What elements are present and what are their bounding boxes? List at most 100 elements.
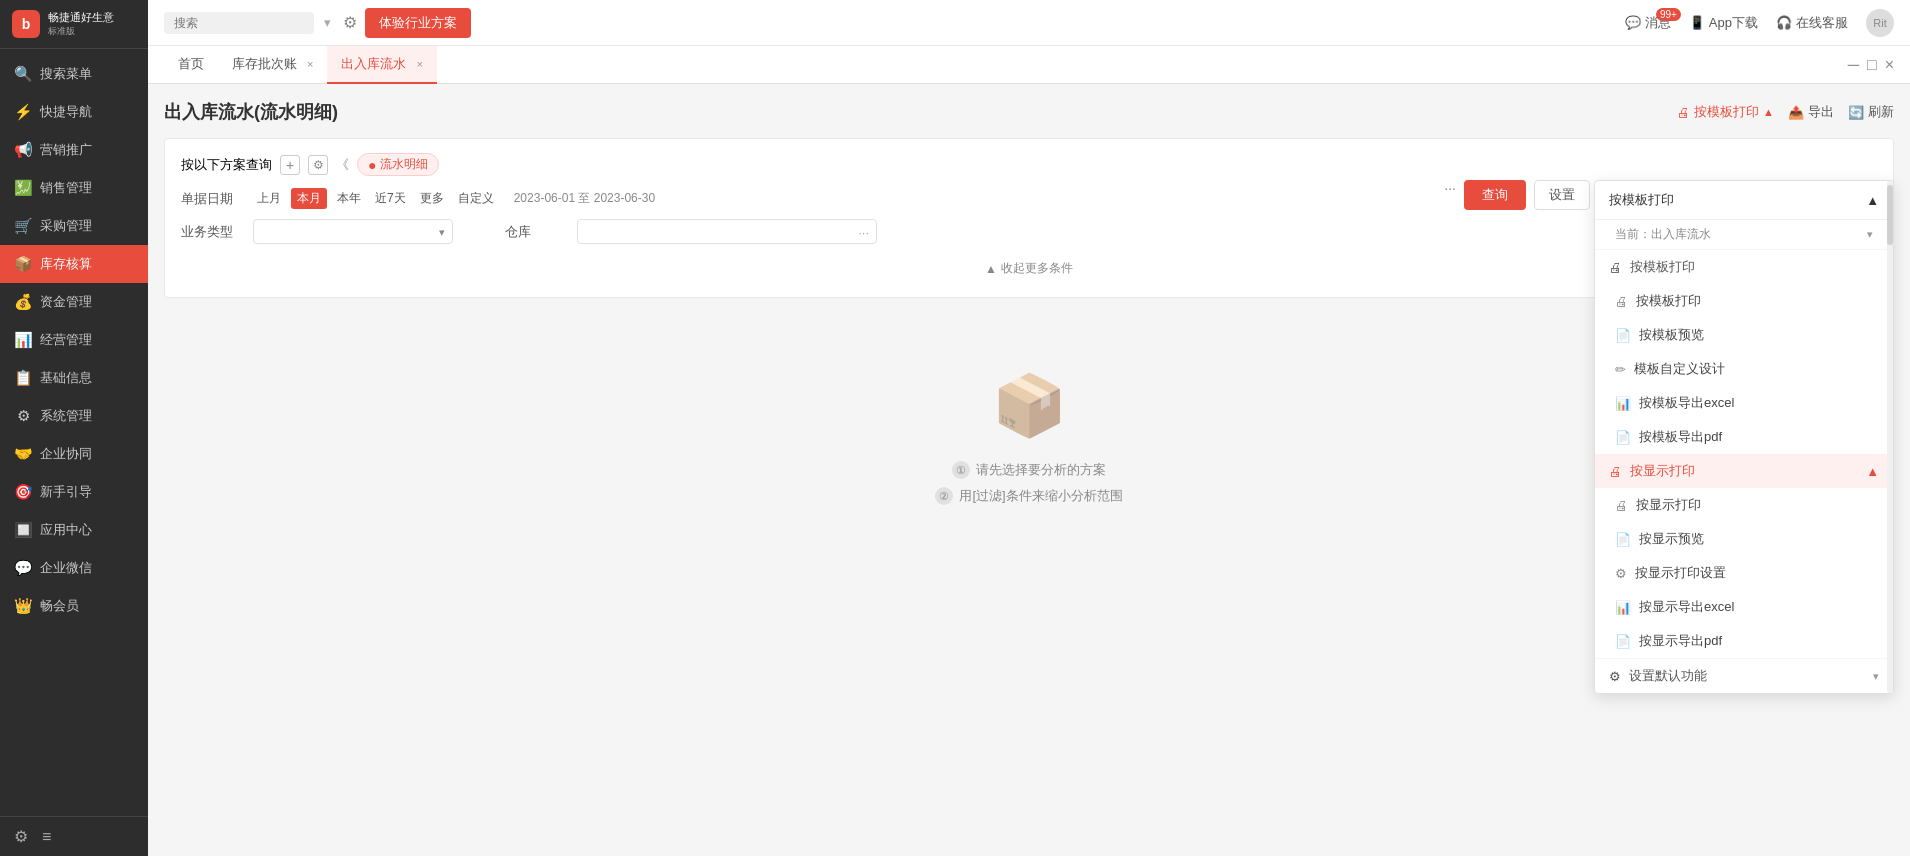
dropdown-item-display-settings[interactable]: ⚙ 按显示打印设置	[1595, 556, 1893, 590]
dropdown-item-display-pdf[interactable]: 📄 按显示导出pdf	[1595, 624, 1893, 658]
topbar-dropdown-arrow[interactable]: ▾	[324, 15, 331, 30]
tabbar-actions: ─ □ ×	[1848, 56, 1894, 74]
date-range-display: 2023-06-01 至 2023-06-30	[514, 190, 655, 207]
sidebar-item-quick-nav-label: 快捷导航	[40, 103, 92, 121]
sidebar-item-sales[interactable]: 💹 销售管理	[0, 169, 148, 207]
topbar-gear-icon[interactable]: ⚙	[343, 13, 357, 32]
step-1-number: ①	[952, 461, 970, 479]
export-button[interactable]: 📤 导出	[1788, 103, 1834, 121]
sidebar-item-system[interactable]: ⚙ 系统管理	[0, 397, 148, 435]
warehouse-input[interactable]	[577, 219, 877, 244]
refresh-icon: 🔄	[1848, 105, 1864, 120]
sidebar-item-app-center[interactable]: 🔲 应用中心	[0, 511, 148, 549]
sidebar-item-search[interactable]: 🔍 搜索菜单	[0, 55, 148, 93]
filter-add-button[interactable]: +	[280, 155, 300, 175]
tab-batch-account-close-icon[interactable]: ×	[307, 58, 313, 70]
dropdown-scroll-thumb	[1887, 185, 1893, 245]
business-type-select-wrap	[253, 219, 453, 244]
filter-collapse-icon[interactable]: 《	[336, 156, 349, 174]
current-item-chevron: ▾	[1867, 228, 1873, 241]
date-shortcut-more[interactable]: 更多	[416, 188, 448, 209]
date-shortcut-year[interactable]: 本年	[333, 188, 365, 209]
sidebar: b 畅捷通好生意 标准版 🔍 搜索菜单 ⚡ 快捷导航 📢 营销推广 💹 销售管理…	[0, 0, 148, 856]
dropdown-item-template-pdf[interactable]: 📄 按模板导出pdf	[1595, 420, 1893, 454]
date-shortcut-current-month[interactable]: 本月	[291, 188, 327, 209]
dropdown-item-display-print[interactable]: 🖨 按显示打印	[1595, 488, 1893, 522]
query-button[interactable]: 查询	[1464, 180, 1526, 210]
tab-close-icon[interactable]: ×	[1885, 56, 1894, 74]
wechat-icon: 💬	[14, 559, 32, 577]
template-print-label: 按模板打印	[1636, 292, 1701, 310]
sidebar-item-purchase[interactable]: 🛒 采购管理	[0, 207, 148, 245]
settings-button[interactable]: 设置	[1534, 180, 1590, 210]
dropdown-footer-content: ⚙ 设置默认功能	[1609, 667, 1707, 685]
sidebar-item-basic-label: 基础信息	[40, 369, 92, 387]
dropdown-item-template-custom[interactable]: ✏ 模板自定义设计	[1595, 352, 1893, 386]
tab-home[interactable]: 首页	[164, 46, 218, 84]
display-section-header[interactable]: 🖨 按显示打印 ▲	[1595, 454, 1893, 488]
sidebar-item-guide[interactable]: 🎯 新手引导	[0, 473, 148, 511]
tab-batch-account[interactable]: 库存批次账 ×	[218, 46, 327, 84]
app-download-label: App下载	[1709, 14, 1758, 32]
display-section-icon: 🖨	[1609, 464, 1622, 479]
page-title: 出入库流水(流水明细)	[164, 100, 338, 124]
sidebar-item-cooperation[interactable]: 🤝 企业协同	[0, 435, 148, 473]
print-dropdown-arrow[interactable]: ▲	[1763, 106, 1774, 118]
sidebar-item-wechat[interactable]: 💬 企业微信	[0, 549, 148, 587]
date-shortcut-7days[interactable]: 近7天	[371, 188, 410, 209]
user-avatar[interactable]: Rit	[1866, 9, 1894, 37]
online-service-group[interactable]: 🎧 在线客服	[1776, 14, 1848, 32]
dropdown-item-template-print[interactable]: 🖨 按模板打印	[1595, 284, 1893, 318]
template-print-icon: 🖨	[1615, 294, 1628, 309]
footer-chevron: ▾	[1873, 670, 1879, 683]
dropdown-item-display-excel[interactable]: 📊 按显示导出excel	[1595, 590, 1893, 624]
app-name: 畅捷通好生意	[48, 10, 114, 24]
purchase-icon: 🛒	[14, 217, 32, 235]
sidebar-item-cooperation-label: 企业协同	[40, 445, 92, 463]
dropdown-header: 按模板打印 ▲	[1595, 181, 1893, 220]
operation-icon: 📊	[14, 331, 32, 349]
search-input[interactable]	[164, 12, 314, 34]
print-template-button[interactable]: 🖨 按模板打印 ▲	[1677, 103, 1774, 121]
sidebar-logo: b 畅捷通好生意 标准版	[0, 0, 148, 49]
sidebar-item-member[interactable]: 👑 畅会员	[0, 587, 148, 625]
tab-minimize-icon[interactable]: ─	[1848, 56, 1859, 74]
step-2-number: ②	[935, 487, 953, 505]
online-service-label: 在线客服	[1796, 14, 1848, 32]
dropdown-scrollbar[interactable]	[1887, 181, 1893, 693]
sidebar-item-operation[interactable]: 📊 经营管理	[0, 321, 148, 359]
dropdown-item-display-preview[interactable]: 📄 按显示预览	[1595, 522, 1893, 556]
filter-settings-button[interactable]: ⚙	[308, 155, 328, 175]
sidebar-item-inventory[interactable]: 📦 库存核算	[0, 245, 148, 283]
warehouse-more-icon[interactable]: ···	[858, 224, 869, 239]
tab-batch-account-label: 库存批次账	[232, 55, 297, 73]
sidebar-nav: 🔍 搜索菜单 ⚡ 快捷导航 📢 营销推广 💹 销售管理 🛒 采购管理 📦 库存核…	[0, 49, 148, 816]
date-shortcut-custom[interactable]: 自定义	[454, 188, 498, 209]
display-section-title: 按显示打印	[1630, 462, 1695, 480]
sidebar-settings-icon[interactable]: ⚙	[14, 827, 28, 846]
dropdown-chevron-up[interactable]: ▲	[1866, 193, 1879, 208]
tab-inventory-flow-close-icon[interactable]: ×	[416, 58, 422, 70]
dropdown-item-template-preview[interactable]: 📄 按模板预览	[1595, 318, 1893, 352]
tab-inventory-flow[interactable]: 出入库流水 ×	[327, 46, 436, 84]
dropdown-footer[interactable]: ⚙ 设置默认功能 ▾	[1595, 658, 1893, 693]
sidebar-menu-icon[interactable]: ≡	[42, 828, 51, 846]
industry-solution-button[interactable]: 体验行业方案	[365, 8, 471, 38]
refresh-button[interactable]: 🔄 刷新	[1848, 103, 1894, 121]
dropdown-footer-label: 设置默认功能	[1629, 667, 1707, 685]
warehouse-label: 仓库	[505, 223, 565, 241]
app-download-group[interactable]: 📱 App下载	[1689, 14, 1758, 32]
date-shortcut-prev-month[interactable]: 上月	[253, 188, 285, 209]
sidebar-item-marketing[interactable]: 📢 营销推广	[0, 131, 148, 169]
dropdown-item-template-excel[interactable]: 📊 按模板导出excel	[1595, 386, 1893, 420]
sidebar-item-finance[interactable]: 💰 资金管理	[0, 283, 148, 321]
tab-maximize-icon[interactable]: □	[1867, 56, 1877, 74]
business-type-select[interactable]	[253, 219, 453, 244]
topbar-right: 💬 消息 99+ 📱 App下载 🎧 在线客服 Rit	[1625, 9, 1894, 37]
display-pdf-icon: 📄	[1615, 634, 1631, 649]
dropdown-current-item[interactable]: 当前：出入库流水 ▾	[1595, 220, 1893, 249]
sidebar-item-basic[interactable]: 📋 基础信息	[0, 359, 148, 397]
sidebar-item-quick-nav[interactable]: ⚡ 快捷导航	[0, 93, 148, 131]
messages-group[interactable]: 💬 消息 99+	[1625, 14, 1671, 32]
ellipsis-button[interactable]: ···	[1444, 180, 1456, 210]
